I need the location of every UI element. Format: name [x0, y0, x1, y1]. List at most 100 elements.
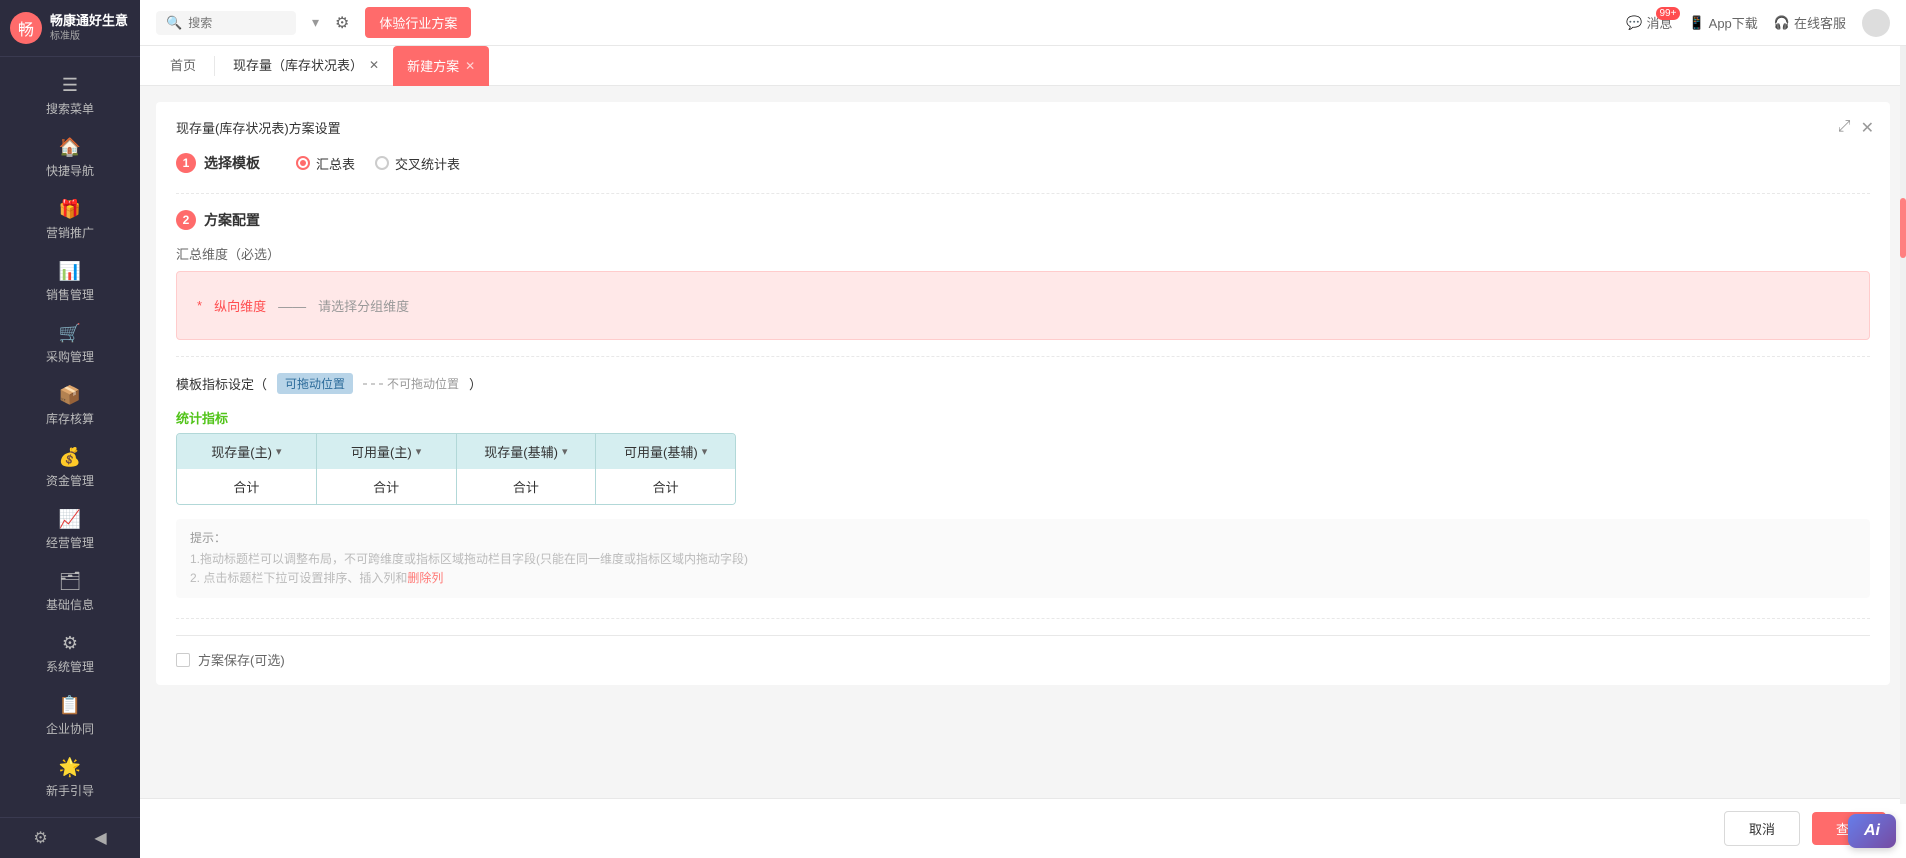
basic-info-icon: 🗂 — [59, 571, 82, 592]
sidebar-item-purchase[interactable]: 🛒 采购管理 — [0, 313, 140, 375]
stats-col-2[interactable]: 可用量(主) ▾ — [317, 434, 457, 469]
section1-header: 1 选择模板 汇总表 交叉统计表 — [176, 153, 1870, 173]
sidebar-item-label: 销售管理 — [46, 286, 94, 303]
online-service-label: 在线客服 — [1794, 13, 1846, 32]
sidebar-item-label: 采购管理 — [46, 348, 94, 365]
dim-pink-box[interactable]: * 纵向维度 —— 请选择分组维度 — [176, 271, 1870, 340]
finance-icon: 💰 — [59, 447, 81, 468]
system-icon: ⚙ — [62, 633, 78, 654]
stats-col-3-name: 现存量(基辅) — [484, 442, 558, 461]
radio-summary-circle — [296, 156, 310, 170]
contract-icon: 📋 — [59, 695, 81, 716]
sidebar-item-app-center[interactable]: 📱 应用中心 — [0, 809, 140, 817]
sidebar-item-label: 系统管理 — [46, 658, 94, 675]
stats-col-4[interactable]: 可用量(基辅) ▾ — [596, 434, 735, 469]
radio-crosstab[interactable]: 交叉统计表 — [375, 154, 460, 173]
section2-header: 2 方案配置 — [176, 210, 1870, 230]
panel-controls: ⤢ ✕ — [1838, 118, 1874, 138]
sidebar-item-label: 企业协同 — [46, 720, 94, 737]
section2-num: 2 — [176, 210, 196, 230]
search-input[interactable] — [188, 16, 288, 30]
settings-panel: 现存量(库存状况表)方案设置 ⤢ ✕ 1 选择模板 汇总表 — [156, 102, 1890, 685]
stats-table-body: 合计 合计 合计 合计 — [177, 469, 735, 504]
topbar: 🔍 ▾ ⚙ 体验行业方案 💬 消息 99+ 📱 App下载 🎧 在线客服 — [140, 0, 1906, 46]
cancel-button[interactable]: 取消 — [1724, 811, 1800, 846]
template-radio-group: 汇总表 交叉统计表 — [296, 154, 460, 173]
app-logo-icon: 畅 — [10, 12, 42, 44]
sidebar-item-guide[interactable]: 🌟 新手引导 — [0, 747, 140, 809]
tab-new-plan-close[interactable]: ✕ — [465, 59, 475, 73]
tips-item-1: 1.拖动标题栏可以调整布局，不可跨维度或指标区域拖动栏目字段(只能在同一维度或指… — [190, 550, 1856, 567]
sidebar-item-label: 新手引导 — [46, 782, 94, 799]
topbar-right: 💬 消息 99+ 📱 App下载 🎧 在线客服 — [1626, 9, 1890, 37]
app-logo-text: 畅康通好生意 标准版 — [50, 13, 128, 43]
operation-icon: 📈 — [59, 509, 81, 530]
message-btn[interactable]: 💬 消息 99+ — [1626, 13, 1672, 32]
save-checkbox[interactable] — [176, 653, 190, 667]
dimension-area: 汇总维度（必选） * 纵向维度 —— 请选择分组维度 — [176, 244, 1870, 340]
sidebar-item-sales[interactable]: 📊 销售管理 — [0, 251, 140, 313]
user-avatar[interactable] — [1862, 9, 1890, 37]
scrollbar-thumb — [1900, 198, 1906, 258]
app-download-btn[interactable]: 📱 App下载 — [1688, 13, 1757, 32]
tab-home-label: 首页 — [170, 55, 196, 74]
sidebar-item-contract[interactable]: 📋 企业协同 — [0, 685, 140, 747]
tab-new-plan[interactable]: 新建方案 ✕ — [393, 46, 489, 86]
inventory-icon: 📦 — [59, 385, 81, 406]
tab-inventory-status[interactable]: 现存量（库存状况表） ✕ — [219, 46, 393, 86]
tab-new-plan-label: 新建方案 — [407, 56, 459, 75]
trial-btn[interactable]: 体验行业方案 — [365, 7, 471, 38]
app-download-label: App下载 — [1709, 13, 1758, 32]
sidebar: 畅 畅康通好生意 标准版 ☰ 搜索菜单 🏠 快捷导航 🎁 营销推广 📊 销售管理… — [0, 0, 140, 858]
sidebar-item-label: 基础信息 — [46, 596, 94, 613]
tag-fixed-label: 不可拖动位置 — [387, 375, 459, 392]
section2-title: 方案配置 — [204, 210, 260, 230]
panel-close-btn[interactable]: ✕ — [1861, 118, 1874, 138]
footer-settings-btn[interactable]: ⚙ — [33, 828, 47, 848]
sidebar-item-label: 快捷导航 — [46, 162, 94, 179]
sidebar-item-search-menu[interactable]: ☰ 搜索菜单 — [0, 65, 140, 127]
gift-icon: 🎁 — [59, 199, 81, 220]
sidebar-item-basic-info[interactable]: 🗂 基础信息 — [0, 561, 140, 623]
stats-table-header: 现存量(主) ▾ 可用量(主) ▾ 现存量(基辅) ▾ — [177, 434, 735, 469]
radio-crosstab-circle — [375, 156, 389, 170]
sidebar-item-label: 资金管理 — [46, 472, 94, 489]
radio-summary[interactable]: 汇总表 — [296, 154, 355, 173]
sidebar-item-marketing[interactable]: 🎁 营销推广 — [0, 189, 140, 251]
sidebar-nav: ☰ 搜索菜单 🏠 快捷导航 🎁 营销推广 📊 销售管理 🛒 采购管理 📦 库存核… — [0, 57, 140, 817]
tips-highlight: 删除列 — [407, 571, 443, 585]
gear-icon[interactable]: ⚙ — [335, 13, 349, 33]
save-label: 方案保存(可选) — [198, 650, 285, 669]
stats-col-3[interactable]: 现存量(基辅) ▾ — [457, 434, 597, 469]
content-area: 现存量(库存状况表)方案设置 ⤢ ✕ 1 选择模板 汇总表 — [140, 86, 1906, 798]
ai-badge[interactable]: Ai — [1848, 814, 1896, 848]
fixed-dash-icon — [363, 383, 383, 385]
sidebar-item-inventory[interactable]: 📦 库存核算 — [0, 375, 140, 437]
topbar-search-box[interactable]: 🔍 — [156, 11, 296, 35]
sidebar-logo: 畅 畅康通好生意 标准版 — [0, 0, 140, 57]
app-subtitle: 标准版 — [50, 30, 128, 43]
dropdown-icon[interactable]: ▾ — [312, 14, 319, 31]
stats-cell-1: 合计 — [177, 469, 317, 504]
stats-cell-4: 合计 — [596, 469, 735, 504]
headset-icon: 🎧 — [1774, 15, 1790, 31]
sidebar-item-quick-nav[interactable]: 🏠 快捷导航 — [0, 127, 140, 189]
stats-col-1-name: 现存量(主) — [211, 442, 272, 461]
online-service-btn[interactable]: 🎧 在线客服 — [1774, 13, 1846, 32]
radio-crosstab-label: 交叉统计表 — [395, 154, 460, 173]
save-option: 方案保存(可选) — [176, 635, 1870, 669]
sidebar-item-finance[interactable]: 💰 资金管理 — [0, 437, 140, 499]
right-scrollbar[interactable] — [1900, 46, 1906, 804]
dim-vertical-label: 纵向维度 — [214, 296, 266, 315]
message-badge: 99+ — [1656, 7, 1681, 20]
section1-num: 1 — [176, 153, 196, 173]
panel-expand-btn[interactable]: ⤢ — [1838, 118, 1851, 138]
sidebar-footer: ⚙ ◀ — [0, 817, 140, 858]
tab-home[interactable]: 首页 — [156, 46, 210, 86]
stats-col-1[interactable]: 现存量(主) ▾ — [177, 434, 317, 469]
sidebar-item-operation[interactable]: 📈 经营管理 — [0, 499, 140, 561]
footer-collapse-btn[interactable]: ◀ — [94, 828, 106, 848]
tab-separator — [214, 56, 215, 76]
sidebar-item-system[interactable]: ⚙ 系统管理 — [0, 623, 140, 685]
tab-inventory-close[interactable]: ✕ — [369, 58, 379, 72]
